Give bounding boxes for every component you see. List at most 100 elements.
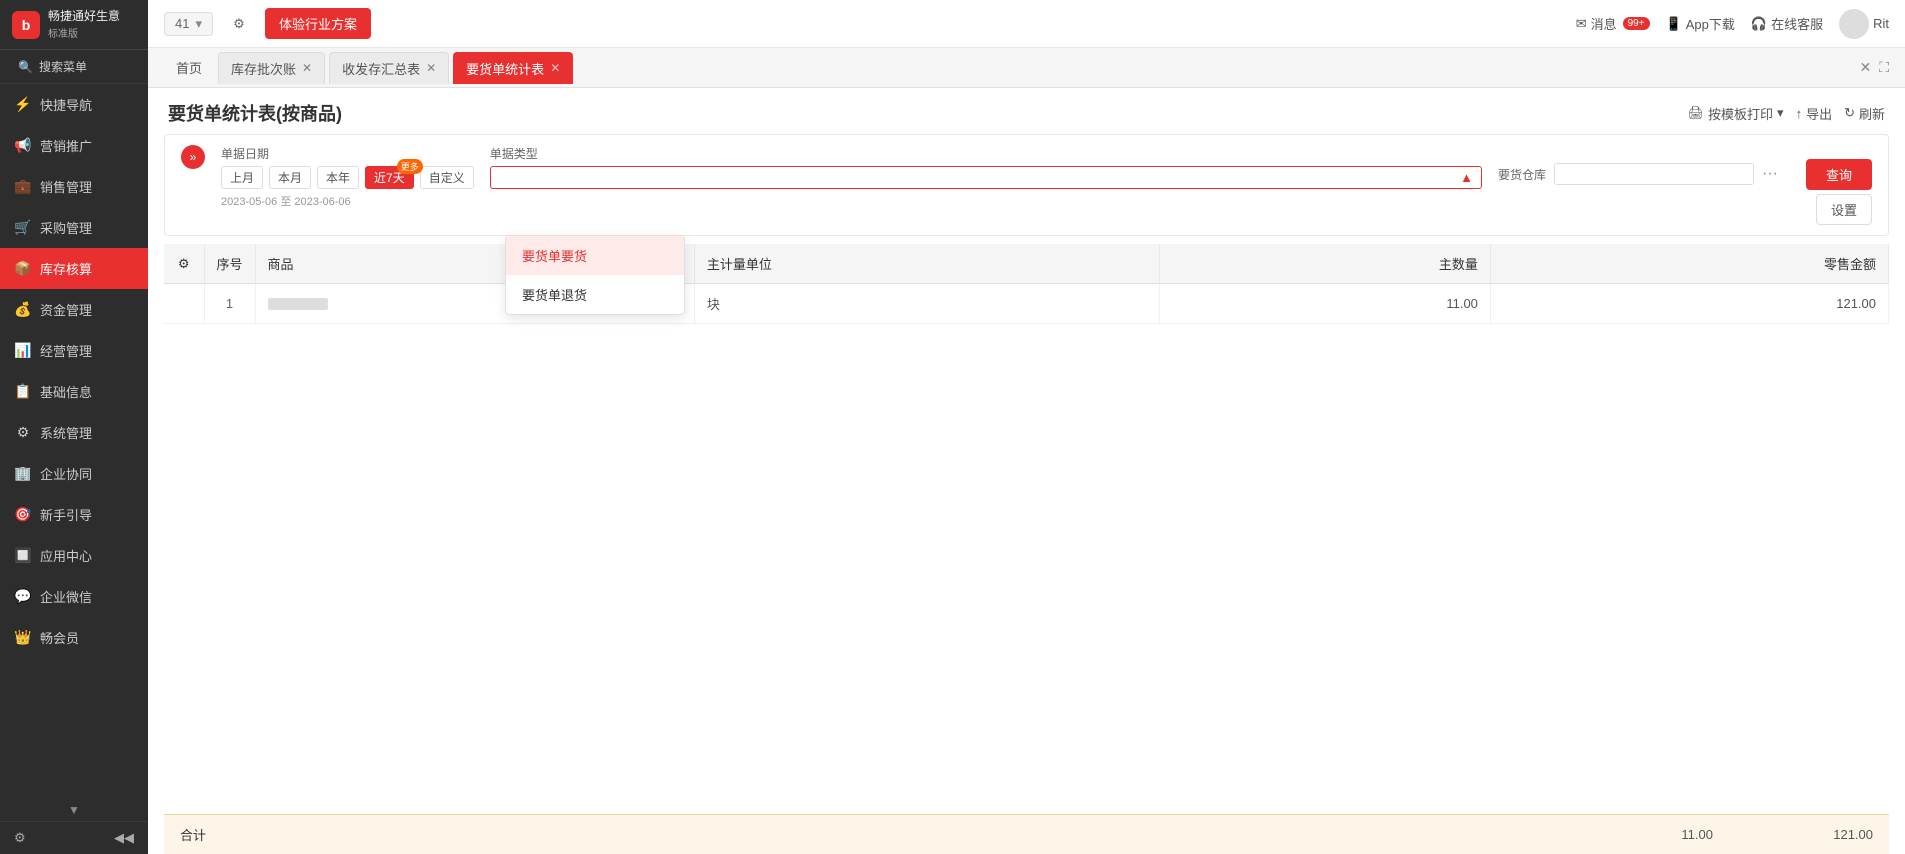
curr-month-btn[interactable]: 本月 <box>269 166 311 189</box>
custom-date-btn[interactable]: 自定义 <box>420 166 474 189</box>
app-logo-icon: b <box>12 11 40 39</box>
sidebar-item-label: 采购管理 <box>40 218 92 237</box>
chevron-down-icon: ▾ <box>1777 105 1784 121</box>
system-icon: ⚙ <box>14 424 32 441</box>
tab-home[interactable]: 首页 <box>164 52 214 84</box>
message-icon: ✉ <box>1576 16 1587 32</box>
tab-label: 首页 <box>176 58 202 77</box>
scroll-down-icon: ▼ <box>68 803 80 817</box>
tab-count-value: 41 <box>175 16 189 31</box>
col-settings[interactable]: ⚙ <box>164 244 204 284</box>
sidebar-scroll-down[interactable]: ▼ <box>0 799 148 821</box>
dropdown-item-return[interactable]: 要货单退货 <box>506 275 684 314</box>
export-button[interactable]: ↑ 导出 <box>1796 104 1833 123</box>
refresh-button[interactable]: ↻ 刷新 <box>1844 104 1885 123</box>
export-label: 导出 <box>1806 104 1832 123</box>
collapse-icon[interactable]: ◀◀ <box>114 830 134 846</box>
topbar-right: ✉ 消息 99+ 📱 App下载 🎧 在线客服 Rit <box>1576 9 1889 39</box>
operation-icon: 📊 <box>14 342 32 359</box>
online-service-button[interactable]: 🎧 在线客服 <box>1751 14 1823 33</box>
search-menu[interactable]: 🔍 搜索菜单 <box>0 50 148 84</box>
col-qty: 主数量 <box>1160 244 1491 284</box>
dropdown-item-order[interactable]: 要货单要货 <box>506 236 684 275</box>
user-profile[interactable]: Rit <box>1839 9 1889 39</box>
col-seq: 序号 <box>204 244 255 284</box>
sidebar-item-wechat[interactable]: 💬 企业微信 <box>0 576 148 617</box>
cell-qty: 11.00 <box>1160 284 1491 324</box>
filter-expand-button[interactable]: » <box>181 145 205 169</box>
trial-button[interactable]: 体验行业方案 <box>265 8 371 39</box>
settings-icon[interactable]: ⚙ <box>14 830 26 846</box>
tab-close-icon[interactable]: ✕ <box>550 61 560 75</box>
tab-close-icon[interactable]: ✕ <box>426 61 436 75</box>
sidebar-item-label: 营销推广 <box>40 136 92 155</box>
tab-settings-button[interactable]: ⚙ <box>225 10 253 38</box>
cell-seq: 1 <box>204 284 255 324</box>
page-actions: 🖨 按模板打印 ▾ ↑ 导出 ↻ 刷新 <box>1688 104 1886 123</box>
setup-button[interactable]: 设置 <box>1816 194 1872 225</box>
sidebar-item-label: 系统管理 <box>40 423 92 442</box>
message-button[interactable]: ✉ 消息 99+ <box>1576 14 1650 33</box>
sidebar-item-base-info[interactable]: 📋 基础信息 <box>0 371 148 412</box>
sidebar-item-enterprise[interactable]: 🏢 企业协同 <box>0 453 148 494</box>
sidebar-item-sales[interactable]: 💼 销售管理 <box>0 166 148 207</box>
curr-year-btn[interactable]: 本年 <box>317 166 359 189</box>
sidebar-item-membership[interactable]: 👑 畅会员 <box>0 617 148 658</box>
app-download-button[interactable]: 📱 App下载 <box>1666 14 1735 33</box>
product-name-placeholder <box>268 298 328 310</box>
chevron-up-icon[interactable]: ▲ <box>1460 170 1473 185</box>
col-amount: 零售金额 <box>1490 244 1888 284</box>
guide-icon: 🎯 <box>14 506 32 523</box>
ellipsis-icon[interactable]: ··· <box>1762 165 1778 183</box>
sidebar-item-label: 销售管理 <box>40 177 92 196</box>
user-avatar <box>1839 9 1869 39</box>
tab-receive-summary[interactable]: 收发存汇总表 ✕ <box>329 52 449 84</box>
type-input-wrapper[interactable]: ▲ <box>490 166 1482 189</box>
tab-order-stats[interactable]: 要货单统计表 ✕ <box>453 52 573 84</box>
query-button[interactable]: 查询 <box>1806 159 1872 190</box>
prev-month-btn[interactable]: 上月 <box>221 166 263 189</box>
sidebar-item-app-center[interactable]: 🔲 应用中心 <box>0 535 148 576</box>
sidebar-item-guide[interactable]: 🎯 新手引导 <box>0 494 148 535</box>
maximize-icon[interactable]: ⛶ <box>1879 59 1889 76</box>
recent-week-btn[interactable]: 近7天 更多 <box>365 166 414 189</box>
sidebar-item-purchase[interactable]: 🛒 采购管理 <box>0 207 148 248</box>
quick-nav-icon: ⚡ <box>14 96 32 113</box>
close-all-tabs-icon[interactable]: ✕ <box>1859 59 1871 76</box>
warehouse-input[interactable] <box>1554 163 1754 185</box>
main-area: 41 ▾ ⚙ 体验行业方案 ✉ 消息 99+ 📱 App下载 🎧 在线客服 R <box>148 0 1905 854</box>
warehouse-label: 要货仓库 <box>1498 166 1546 183</box>
type-filter-input[interactable] <box>499 171 1456 185</box>
sidebar-item-quick-nav[interactable]: ⚡ 快捷导航 <box>0 84 148 125</box>
message-label: 消息 <box>1591 14 1617 33</box>
sidebar-item-label: 资金管理 <box>40 300 92 319</box>
tab-bar: 首页 库存批次账 ✕ 收发存汇总表 ✕ 要货单统计表 ✕ ✕ ⛶ <box>148 48 1905 88</box>
tab-counter[interactable]: 41 ▾ <box>164 12 213 36</box>
app-name: 畅捷通好生意 <box>48 9 120 25</box>
table-row: 1 块 11.00 121.00 <box>164 284 1889 324</box>
search-icon: 🔍 <box>18 60 33 74</box>
refresh-label: 刷新 <box>1859 104 1885 123</box>
sidebar-item-system[interactable]: ⚙ 系统管理 <box>0 412 148 453</box>
sidebar-item-label: 应用中心 <box>40 546 92 565</box>
sidebar-item-label: 畅会员 <box>40 628 79 647</box>
sidebar-item-inventory[interactable]: 📦 库存核算 <box>0 248 148 289</box>
sidebar-item-operation[interactable]: 📊 经营管理 <box>0 330 148 371</box>
page-header: 要货单统计表(按商品) 🖨 按模板打印 ▾ ↑ 导出 ↻ 刷新 <box>148 88 1905 134</box>
sidebar: b 畅捷通好生意 标准版 🔍 搜索菜单 ⚡ 快捷导航 📢 营销推广 💼 销售管理… <box>0 0 148 854</box>
sidebar-item-label: 库存核算 <box>40 259 92 278</box>
col-unit: 主计量单位 <box>694 244 1159 284</box>
date-filter-group: 单据日期 上月 本月 本年 近7天 更多 自定义 2023-05-06 至 20… <box>221 145 474 209</box>
enterprise-icon: 🏢 <box>14 465 32 482</box>
sidebar-item-finance[interactable]: 💰 资金管理 <box>0 289 148 330</box>
filter-bar: » 单据日期 上月 本月 本年 近7天 更多 自定义 2023-05-06 至 … <box>164 134 1889 236</box>
tab-close-icon[interactable]: ✕ <box>302 61 312 75</box>
sidebar-item-label: 快捷导航 <box>40 95 92 114</box>
message-badge: 99+ <box>1623 17 1650 30</box>
tab-inventory-batch[interactable]: 库存批次账 ✕ <box>218 52 325 84</box>
finance-icon: 💰 <box>14 301 32 318</box>
inventory-icon: 📦 <box>14 260 32 277</box>
wechat-icon: 💬 <box>14 588 32 605</box>
sidebar-item-marketing[interactable]: 📢 营销推广 <box>0 125 148 166</box>
print-button[interactable]: 🖨 按模板打印 ▾ <box>1688 104 1784 123</box>
